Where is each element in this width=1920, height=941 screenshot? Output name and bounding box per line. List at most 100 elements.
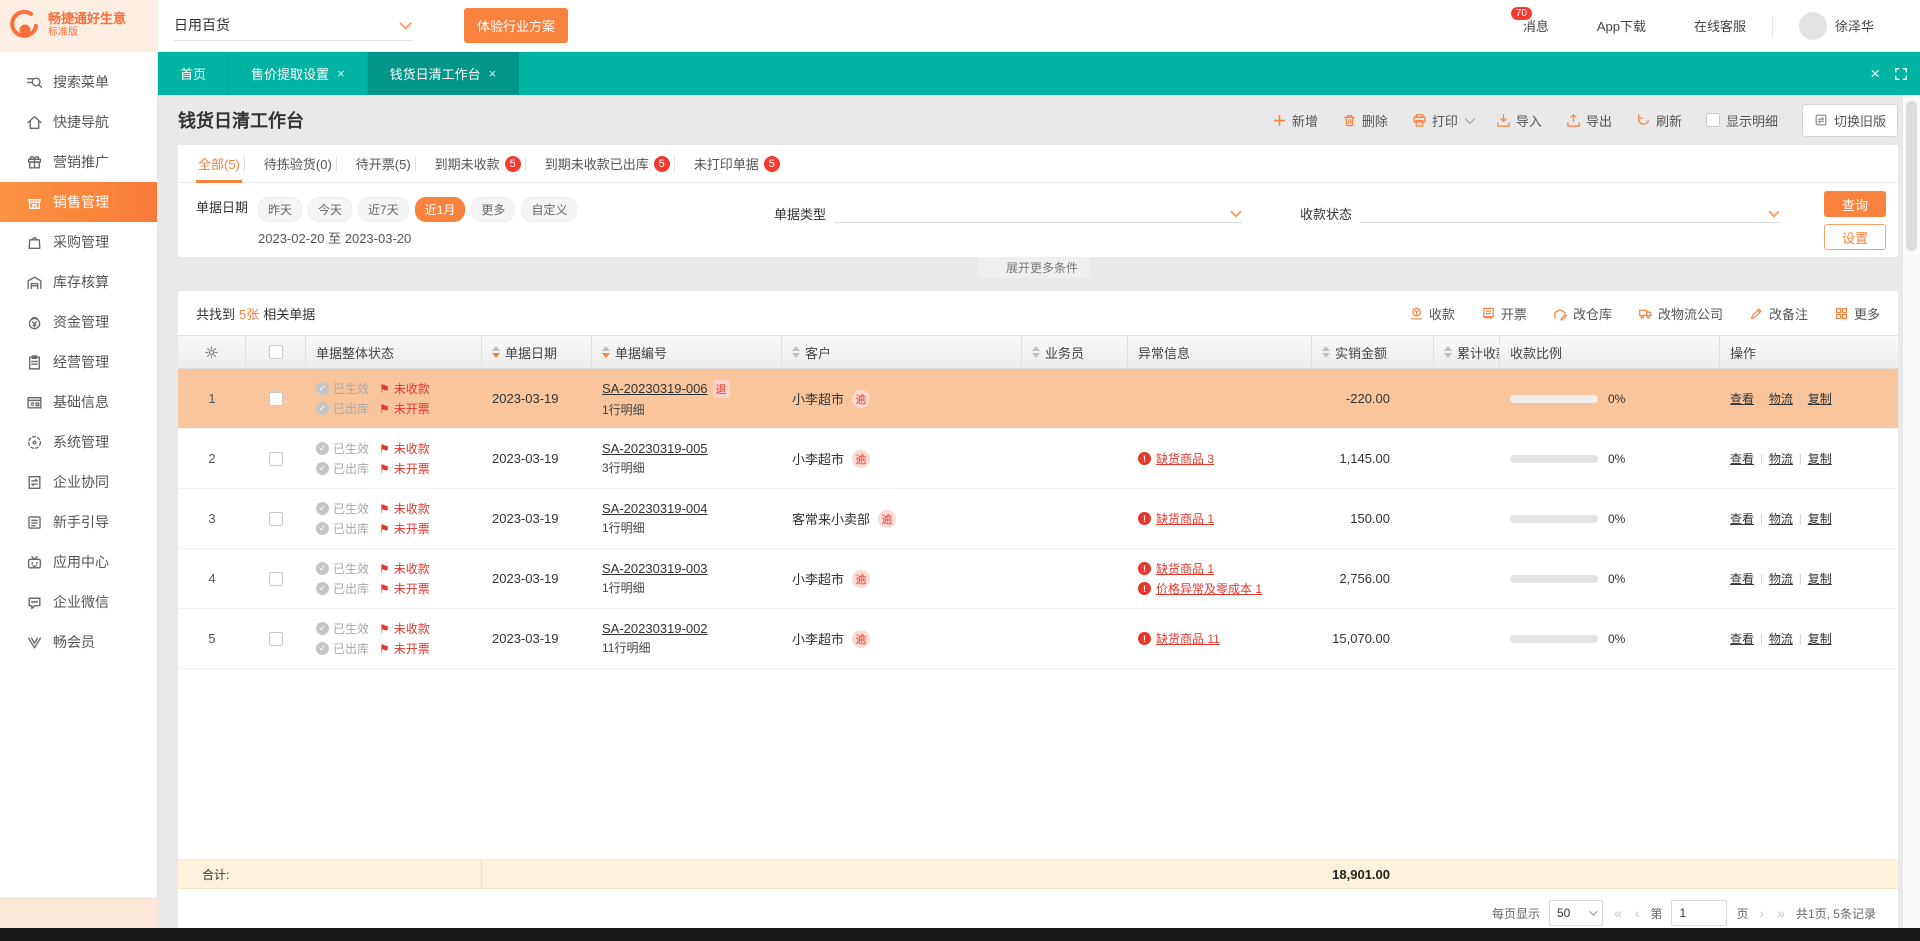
doc-number-link[interactable]: SA-20230319-004	[602, 501, 708, 516]
date-range-value[interactable]: 2023-02-20 至 2023-03-20	[258, 228, 577, 247]
row-checkbox[interactable]	[269, 571, 283, 586]
row-action-查看[interactable]: 查看	[1730, 510, 1754, 527]
sidebar-item-bag[interactable]: 采购管理	[0, 222, 157, 262]
batch-action-warehouse2[interactable]: 改仓库	[1553, 304, 1612, 323]
batch-action-more[interactable]: 更多	[1834, 304, 1880, 323]
table-row[interactable]: 4 ✓ 已生效 ⚑ 未收款 ✓ 已出库 ⚑ 未开票 2023-03-19 SA-20230319-0…	[178, 549, 1898, 609]
exception-link[interactable]: 缺货商品 1	[1156, 560, 1214, 577]
sidebar-item-guide[interactable]: 新手引导	[0, 502, 157, 542]
filter-tab-5[interactable]: 未打印单据 5	[672, 145, 782, 183]
quick-range-近7天[interactable]: 近7天	[358, 197, 409, 222]
batch-action-note[interactable]: 改备注	[1749, 304, 1808, 323]
header-实销金额[interactable]: 实销金额	[1312, 336, 1434, 368]
trial-plan-button[interactable]: 体验行业方案	[464, 8, 569, 43]
sidebar-item-system[interactable]: 系统管理	[0, 422, 157, 462]
row-action-物流[interactable]: 物流	[1769, 390, 1793, 407]
workspace-tab-0[interactable]: 首页	[158, 52, 230, 95]
table-row[interactable]: 2 ✓ 已生效 ⚑ 未收款 ✓ 已出库 ⚑ 未开票 2023-03-19 SA-20230319-0…	[178, 429, 1898, 489]
batch-action-receive[interactable]: 收款	[1409, 304, 1455, 323]
row-action-复制[interactable]: 复制	[1808, 390, 1832, 407]
last-page-button[interactable]: »	[1775, 905, 1787, 921]
filter-settings-button[interactable]: 设置	[1824, 224, 1886, 250]
sidebar-item-appcenter[interactable]: 应用中心	[0, 542, 157, 582]
first-page-button[interactable]: «	[1612, 905, 1624, 921]
exception-link[interactable]: 缺货商品 3	[1156, 450, 1214, 467]
sidebar-item-wechat[interactable]: 企业微信	[0, 582, 157, 622]
workspace-tab-2[interactable]: 钱货日清工作台 ×	[367, 52, 520, 95]
row-checkbox[interactable]	[269, 631, 283, 646]
sort-icon[interactable]	[792, 346, 800, 358]
app-download-button[interactable]: App下载	[1575, 16, 1646, 35]
sort-icon[interactable]	[1032, 346, 1040, 358]
header-单据编号[interactable]: 单据编号	[592, 336, 782, 368]
toolbar-import-button[interactable]: 导入	[1496, 111, 1542, 130]
header-单据日期[interactable]: 单据日期	[482, 336, 592, 368]
row-action-物流[interactable]: 物流	[1769, 630, 1793, 647]
header-业务员[interactable]: 业务员	[1022, 336, 1128, 368]
sidebar-item-home[interactable]: 快捷导航	[0, 102, 157, 142]
row-action-物流[interactable]: 物流	[1769, 510, 1793, 527]
toolbar-export-button[interactable]: 导出	[1566, 111, 1612, 130]
row-checkbox[interactable]	[269, 391, 283, 406]
sidebar-item-warehouse[interactable]: 库存核算	[0, 262, 157, 302]
sidebar-item-idcard[interactable]: 基础信息	[0, 382, 157, 422]
quick-range-更多[interactable]: 更多	[471, 197, 516, 222]
checkbox[interactable]	[1705, 113, 1720, 127]
doc-number-link[interactable]: SA-20230319-003	[602, 561, 708, 576]
toolbar-trash-button[interactable]: 删除	[1342, 111, 1388, 130]
search-button[interactable]: 查询	[1824, 191, 1886, 217]
row-action-复制[interactable]: 复制	[1808, 510, 1832, 527]
online-support-button[interactable]: 在线客服	[1672, 16, 1746, 35]
row-action-查看[interactable]: 查看	[1730, 390, 1754, 407]
select-all-checkbox[interactable]	[268, 345, 283, 359]
sidebar-item-search[interactable]: 搜索菜单	[0, 62, 157, 102]
sort-icon[interactable]	[1444, 346, 1452, 358]
exception-link[interactable]: 缺货商品 1	[1156, 510, 1214, 527]
messages-button[interactable]: 消息 70	[1501, 5, 1549, 35]
quick-range-自定义[interactable]: 自定义	[521, 197, 578, 222]
sidebar-item-store[interactable]: 销售管理	[0, 182, 157, 222]
doc-number-link[interactable]: SA-20230319-005	[602, 441, 708, 456]
table-row[interactable]: 5 ✓ 已生效 ⚑ 未收款 ✓ 已出库 ⚑ 未开票 2023-03-19 SA-20230319-0…	[178, 609, 1898, 669]
filter-tab-3[interactable]: 到期未收款 5	[413, 145, 523, 183]
sidebar-item-gift[interactable]: 营销推广	[0, 142, 157, 182]
close-tab-icon[interactable]: ×	[337, 66, 345, 81]
pay-status-select[interactable]	[1360, 201, 1781, 223]
close-tab-icon[interactable]: ×	[489, 66, 497, 81]
filter-tab-0[interactable]: 全部(5)	[196, 145, 242, 183]
doc-number-link[interactable]: SA-20230319-006	[602, 381, 708, 396]
sidebar-item-clipboard[interactable]: 经营管理	[0, 342, 157, 382]
table-row[interactable]: 1 ✓ 已生效 ⚑ 未收款 ✓ 已出库 ⚑ 未开票 2023-03-19 SA-20230319-0…	[178, 369, 1898, 429]
row-action-复制[interactable]: 复制	[1808, 450, 1832, 467]
workspace-tab-1[interactable]: 售价提取设置 ×	[229, 52, 368, 95]
vertical-scrollbar[interactable]	[1902, 95, 1920, 928]
row-action-查看[interactable]: 查看	[1730, 630, 1754, 647]
quick-range-今天[interactable]: 今天	[308, 197, 353, 222]
expand-more-conditions[interactable]: 展开更多条件	[978, 257, 1091, 278]
filter-tab-2[interactable]: 待开票(5)	[334, 145, 413, 183]
switch-old-version-button[interactable]: 切换旧版	[1801, 103, 1898, 137]
sort-icon[interactable]	[602, 346, 610, 358]
exception-link[interactable]: 缺货商品 11	[1156, 630, 1220, 647]
sidebar-collapse-icon[interactable]	[110, 905, 126, 921]
show-detail-checkbox[interactable]: 显示明细	[1705, 111, 1778, 130]
sort-icon[interactable]	[1322, 346, 1330, 358]
header-累计收款...[interactable]: 累计收款...	[1434, 336, 1500, 368]
next-page-button[interactable]: ›	[1758, 905, 1767, 921]
row-action-查看[interactable]: 查看	[1730, 450, 1754, 467]
sidebar-item-money[interactable]: 资金管理	[0, 302, 157, 342]
doc-type-select[interactable]	[834, 201, 1243, 223]
filter-tab-4[interactable]: 到期未收款已出库 5	[523, 145, 672, 183]
row-action-物流[interactable]: 物流	[1769, 450, 1793, 467]
quick-range-近1月[interactable]: 近1月	[414, 197, 466, 222]
row-action-复制[interactable]: 复制	[1808, 570, 1832, 587]
settings-gear-icon[interactable]	[434, 18, 450, 34]
fullscreen-icon[interactable]	[1894, 67, 1908, 81]
batch-action-logistics[interactable]: 改物流公司	[1638, 304, 1723, 323]
toolbar-refresh-button[interactable]: 刷新	[1636, 111, 1682, 130]
industry-select[interactable]: 日用百货	[174, 11, 412, 41]
row-checkbox[interactable]	[269, 451, 283, 466]
sidebar-settings-icon[interactable]	[31, 905, 47, 921]
row-action-物流[interactable]: 物流	[1769, 570, 1793, 587]
page-number-input[interactable]	[1671, 900, 1728, 926]
